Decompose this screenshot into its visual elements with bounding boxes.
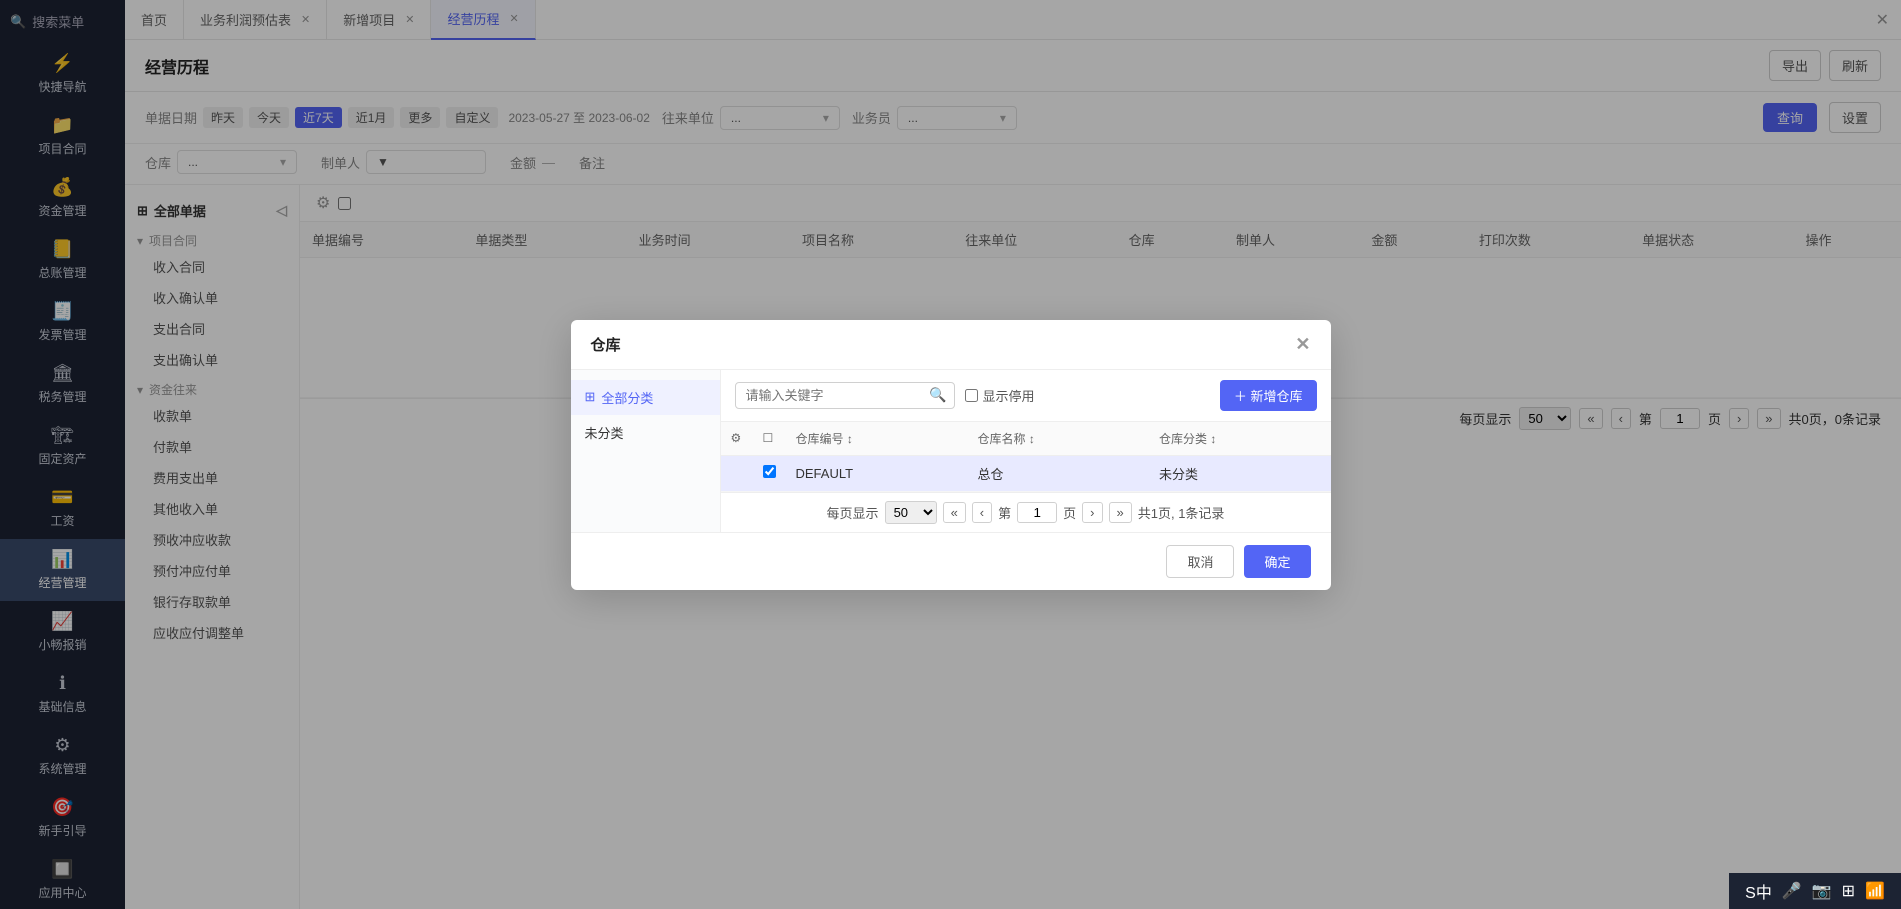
modal-cancel-button[interactable]: 取消 [1166, 545, 1234, 578]
modal-table-container: ⚙ ☐ 仓库编号 ↕ 仓库名称 ↕ 仓库分类 ↕ DEFAU [721, 422, 1331, 492]
modal-pagination: 每页显示 50 100 « ‹ 第 页 › » 共1页, 1条记录 [721, 492, 1331, 532]
modal-next-page[interactable]: › [1082, 502, 1102, 523]
show-disabled-checkbox[interactable] [965, 389, 978, 402]
taskbar-mic[interactable]: 🎤 [1782, 881, 1802, 901]
modal-search-wrap: 🔍 [735, 382, 955, 409]
warehouse-table-header: ⚙ ☐ 仓库编号 ↕ 仓库名称 ↕ 仓库分类 ↕ [721, 422, 1331, 456]
taskbar-logo: S中 [1745, 879, 1772, 903]
taskbar-wifi[interactable]: 📶 [1865, 881, 1885, 901]
modal-last-page[interactable]: » [1109, 502, 1132, 523]
wh-checkbox-1[interactable] [763, 465, 776, 478]
add-warehouse-button[interactable]: ＋ 新增仓库 [1220, 380, 1317, 411]
wh-col-settings: ⚙ [721, 422, 753, 456]
wh-cell-settings-1 [721, 455, 753, 491]
modal-page-label: 第 [998, 503, 1011, 522]
modal-body: ⊞ 全部分类 未分类 🔍 显示停用 [571, 370, 1331, 532]
wh-col-code[interactable]: 仓库编号 ↕ [786, 422, 968, 456]
taskbar-camera[interactable]: 📷 [1812, 881, 1832, 901]
wh-cell-name-1: 总仓 [968, 455, 1149, 491]
modal-overlay: 仓库 ✕ ⊞ 全部分类 未分类 🔍 [0, 0, 1901, 909]
modal-prev-page[interactable]: ‹ [972, 502, 992, 523]
show-disabled-label[interactable]: 显示停用 [965, 386, 1035, 405]
warehouse-search-input[interactable] [735, 382, 955, 409]
category-all[interactable]: ⊞ 全部分类 [571, 380, 720, 415]
modal-right-panel: 🔍 显示停用 ＋ 新增仓库 ⚙ ☐ 仓库编号 ↕ [721, 370, 1331, 532]
wh-col-check: ☐ [753, 422, 786, 456]
taskbar-grid[interactable]: ⊞ [1842, 881, 1855, 901]
modal-per-page-label: 每页显示 [827, 503, 879, 522]
modal-total-info: 共1页, 1条记录 [1138, 503, 1225, 522]
taskbar: S中 🎤 📷 ⊞ 📶 [1729, 873, 1901, 909]
modal-footer: 取消 确定 [571, 532, 1331, 590]
wh-cell-check-1[interactable] [753, 455, 786, 491]
wh-cell-code-1: DEFAULT [786, 455, 968, 491]
category-uncategorized[interactable]: 未分类 [571, 415, 720, 450]
modal-confirm-button[interactable]: 确定 [1244, 545, 1310, 578]
wh-cell-category-1: 未分类 [1149, 455, 1331, 491]
wh-col-name[interactable]: 仓库名称 ↕ [968, 422, 1149, 456]
modal-left-panel: ⊞ 全部分类 未分类 [571, 370, 721, 532]
grid2-icon: ⊞ [585, 389, 596, 405]
modal-close-button[interactable]: ✕ [1295, 334, 1310, 355]
modal-page-input[interactable] [1017, 502, 1057, 523]
wh-col-category[interactable]: 仓库分类 ↕ [1149, 422, 1331, 456]
warehouse-table: ⚙ ☐ 仓库编号 ↕ 仓库名称 ↕ 仓库分类 ↕ DEFAU [721, 422, 1331, 492]
modal-page-suffix: 页 [1063, 503, 1076, 522]
warehouse-modal: 仓库 ✕ ⊞ 全部分类 未分类 🔍 [571, 320, 1331, 590]
modal-header: 仓库 ✕ [571, 320, 1331, 370]
modal-per-page-select[interactable]: 50 100 [885, 501, 937, 524]
modal-search-icon: 🔍 [929, 387, 946, 404]
modal-title: 仓库 [591, 334, 621, 355]
modal-first-page[interactable]: « [943, 502, 966, 523]
warehouse-row-1[interactable]: DEFAULT 总仓 未分类 [721, 455, 1331, 491]
modal-toolbar: 🔍 显示停用 ＋ 新增仓库 [721, 370, 1331, 422]
